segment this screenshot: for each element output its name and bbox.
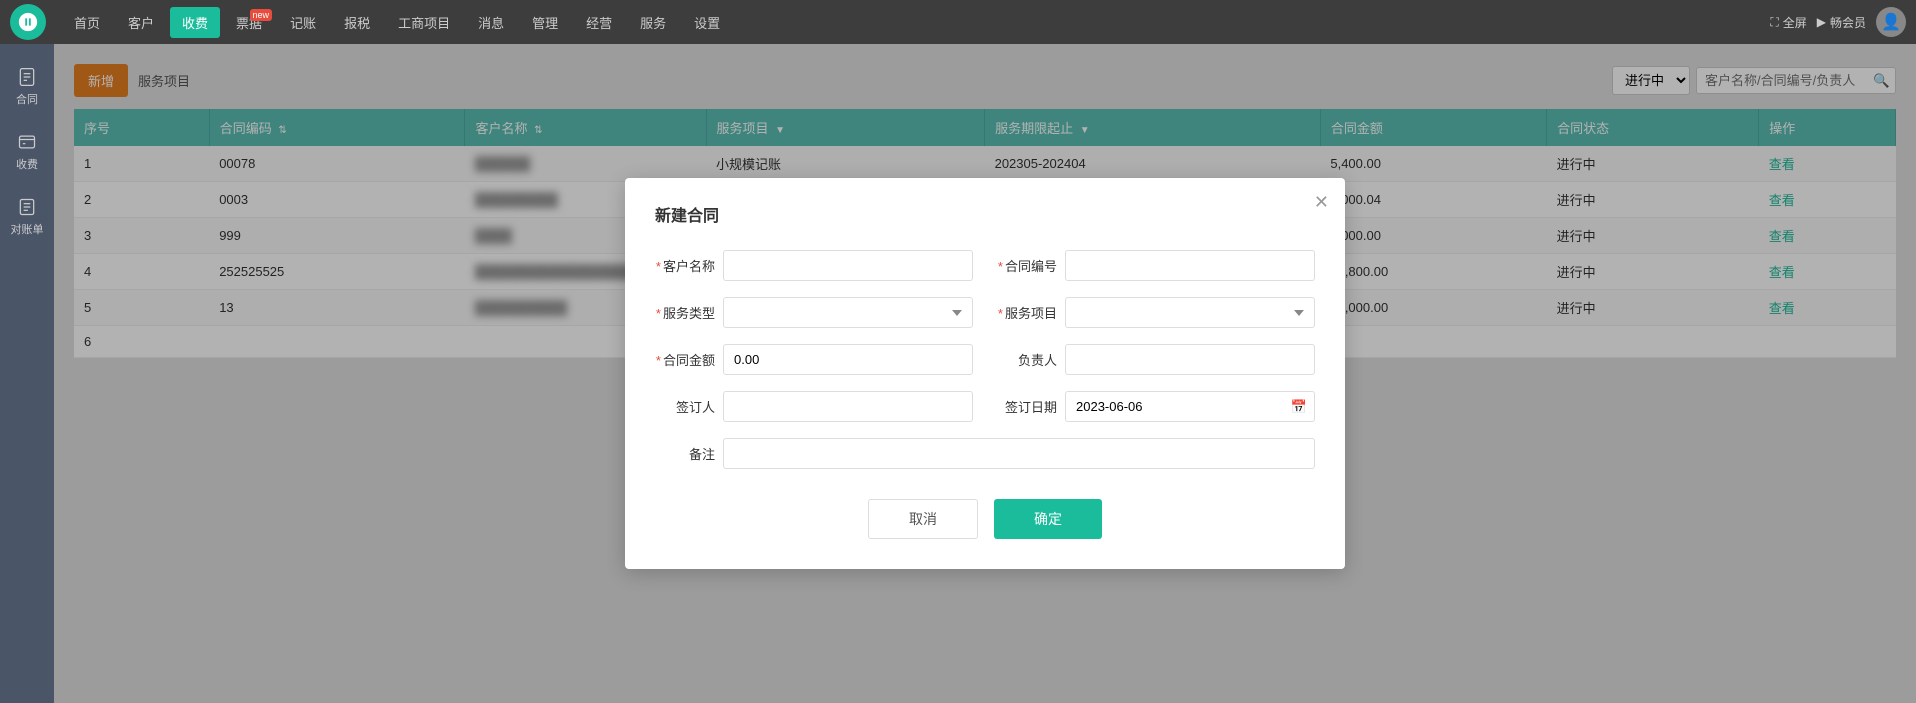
main-layout: 合同 收费 对账单 [0,44,1916,703]
service-type-label: *服务类型 [655,303,715,322]
modal-actions: 取消 确定 [655,499,1315,539]
remarks-input[interactable] [723,438,1315,469]
avatar[interactable]: 👤 [1876,7,1906,37]
avatar-icon: 👤 [1881,12,1901,32]
top-navigation: 首页 客户 收费 票据 new 记账 报税 工商项目 消息 管理 经营 服务 设… [0,0,1916,44]
signatory-input[interactable] [723,391,973,422]
new-badge: new [250,9,273,21]
form-row-remarks: 备注 [655,438,1315,469]
nav-invoice[interactable]: 票据 new [224,7,274,38]
nav-service[interactable]: 服务 [628,7,678,38]
form-row-responsible: 负责人 [997,344,1315,375]
nav-business[interactable]: 工商项目 [386,7,462,38]
contract-no-label: *合同编号 [997,256,1057,275]
sign-date-input[interactable] [1065,391,1315,422]
contract-amount-label: *合同金额 [655,350,715,369]
nav-billing[interactable]: 收费 [170,7,220,38]
nav-message[interactable]: 消息 [466,7,516,38]
customer-name-label: *客户名称 [655,256,715,275]
responsible-input[interactable] [1065,344,1315,375]
nav-tax[interactable]: 报税 [332,7,382,38]
nav-operation[interactable]: 经营 [574,7,624,38]
modal-overlay: ✕ 新建合同 *客户名称 *合同编号 [54,44,1916,703]
date-input-wrap: 📅 [1065,391,1315,422]
form-row-amount: *合同金额 [655,344,973,375]
nav-manage[interactable]: 管理 [520,7,570,38]
signatory-label: 签订人 [655,397,715,416]
fullscreen-button[interactable]: ⛶ 全屏 [1770,14,1806,31]
nav-customer[interactable]: 客户 [116,7,166,38]
nav-items: 首页 客户 收费 票据 new 记账 报税 工商项目 消息 管理 经营 服务 设… [62,7,1770,38]
contract-no-input[interactable] [1065,250,1315,281]
form-row-customer: *客户名称 [655,250,973,281]
responsible-label: 负责人 [997,350,1057,369]
customer-name-input[interactable] [723,250,973,281]
nav-home[interactable]: 首页 [62,7,112,38]
modal-close-button[interactable]: ✕ [1314,192,1329,213]
form-grid: *客户名称 *合同编号 *服务类型 [655,250,1315,469]
modal-title: 新建合同 [655,202,1315,226]
sign-date-label: 签订日期 [997,397,1057,416]
sidebar-item-contract[interactable]: 合同 [0,54,54,119]
form-row-signatory: 签订人 [655,391,973,422]
service-type-select[interactable] [723,297,973,328]
confirm-button[interactable]: 确定 [994,499,1102,539]
remarks-label: 备注 [655,444,715,463]
form-row-service-item: *服务项目 [997,297,1315,328]
new-contract-modal: ✕ 新建合同 *客户名称 *合同编号 [625,178,1345,569]
sidebar-item-statement[interactable]: 对账单 [0,184,54,249]
nav-right: ⛶ 全屏 ▶ 畅会员 👤 [1770,7,1906,37]
sidebar-item-billing[interactable]: 收费 [0,119,54,184]
service-item-label: *服务项目 [997,303,1057,322]
sidebar-label-contract: 合同 [16,91,38,107]
main-content: 新增 服务项目 进行中 已完成 已终止 🔍 序号 [54,44,1916,703]
nav-settings[interactable]: 设置 [682,7,732,38]
nav-bookkeeping[interactable]: 记账 [278,7,328,38]
contract-icon [16,66,38,88]
cancel-button[interactable]: 取消 [868,499,978,539]
sidebar-label-statement: 对账单 [11,221,44,237]
service-item-select[interactable] [1065,297,1315,328]
contract-amount-input[interactable] [723,344,973,375]
statement-icon [16,196,38,218]
fullscreen-icon: ⛶ [1770,15,1778,30]
form-row-sign-date: 签订日期 📅 [997,391,1315,422]
form-row-contract-no: *合同编号 [997,250,1315,281]
app-logo[interactable] [10,4,46,40]
sidebar-label-billing: 收费 [16,156,38,172]
billing-icon [16,131,38,153]
sidebar: 合同 收费 对账单 [0,44,54,703]
vip-button[interactable]: ▶ 畅会员 [1817,14,1866,31]
form-row-service-type: *服务类型 [655,297,973,328]
vip-icon: ▶ [1817,15,1826,29]
